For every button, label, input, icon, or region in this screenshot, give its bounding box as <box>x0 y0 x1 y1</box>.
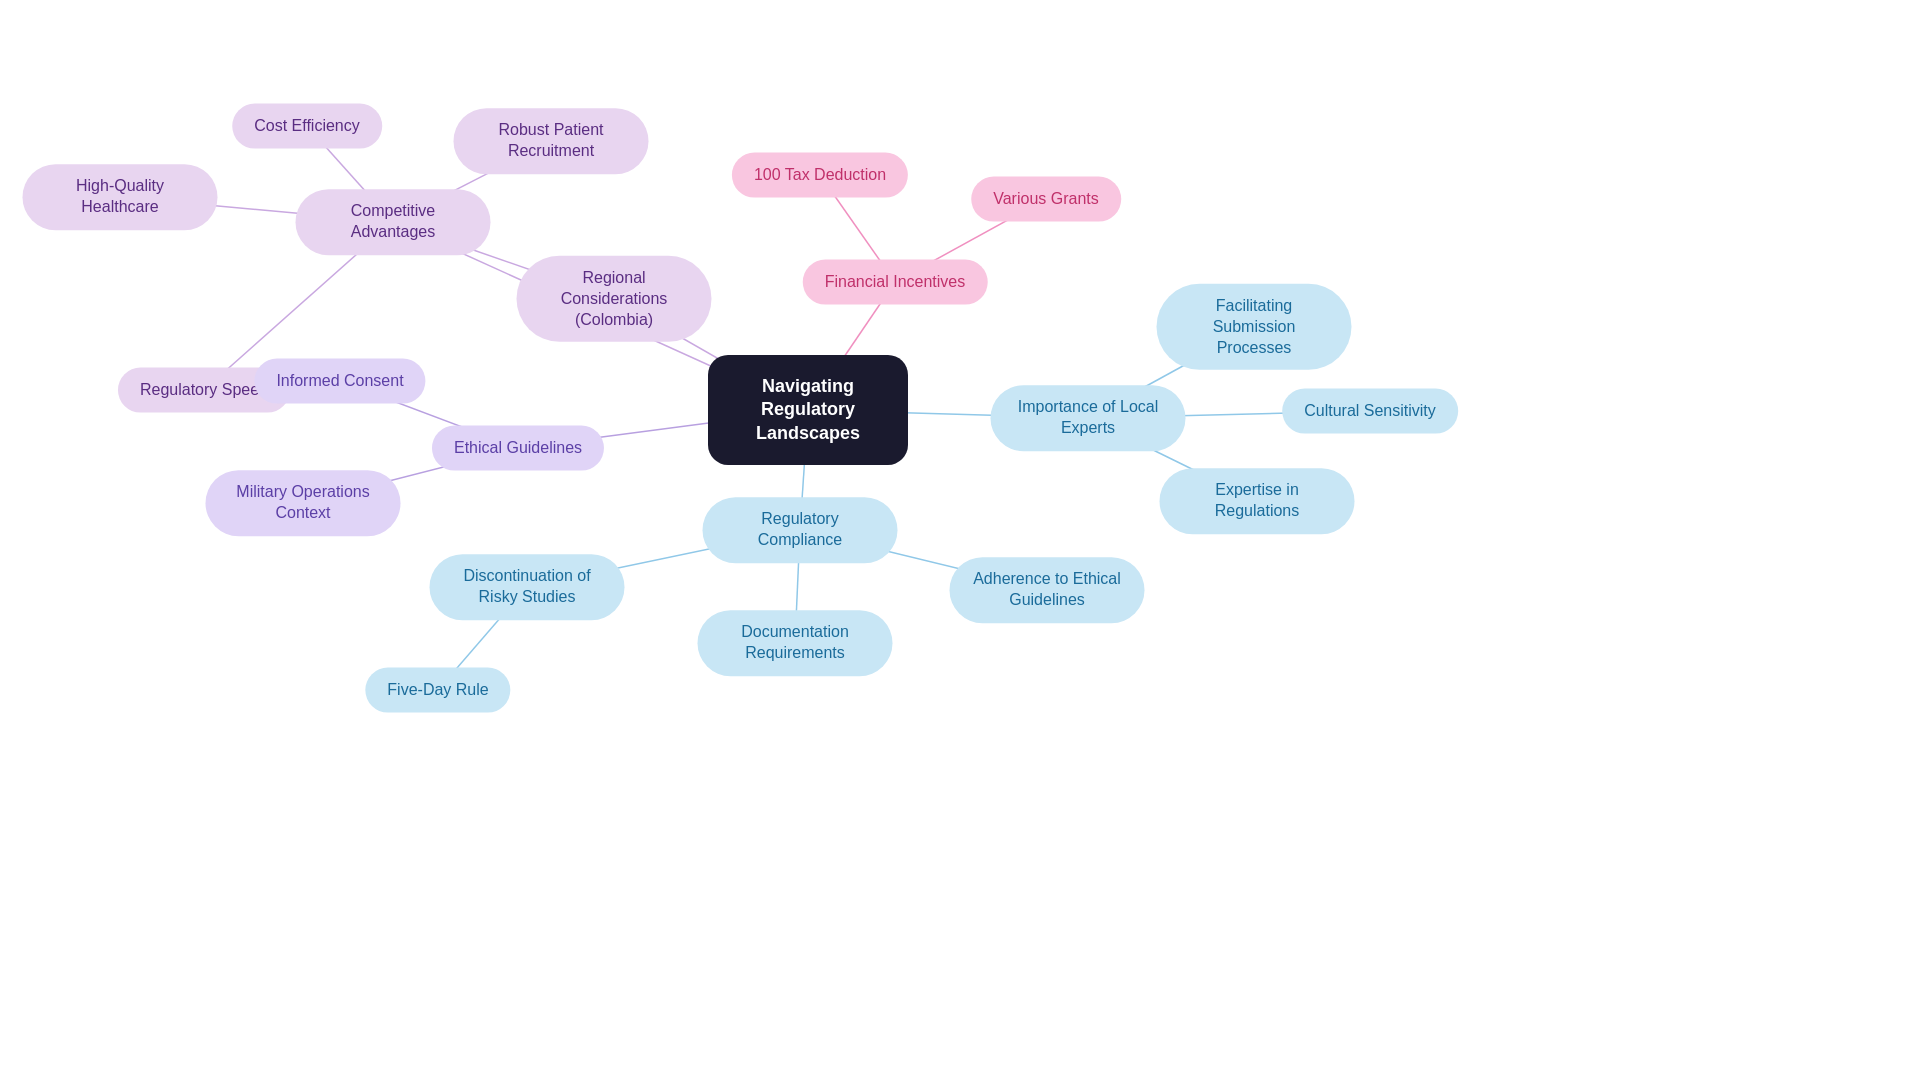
node-regulatory_compliance[interactable]: Regulatory Compliance <box>703 497 898 563</box>
node-ethical_guidelines[interactable]: Ethical Guidelines <box>432 426 604 471</box>
node-military_operations[interactable]: Military Operations Context <box>206 470 401 536</box>
node-financial_incentives[interactable]: Financial Incentives <box>803 260 988 305</box>
node-cultural_sensitivity[interactable]: Cultural Sensitivity <box>1282 389 1458 434</box>
node-regional_considerations[interactable]: Regional Considerations (Colombia) <box>517 256 712 342</box>
node-documentation[interactable]: Documentation Requirements <box>698 610 893 676</box>
node-expertise_regulations[interactable]: Expertise in Regulations <box>1160 468 1355 534</box>
node-center[interactable]: Navigating Regulatory Landscapes <box>708 355 908 465</box>
node-robust_patient[interactable]: Robust Patient Recruitment <box>454 108 649 174</box>
node-various_grants[interactable]: Various Grants <box>971 177 1121 222</box>
node-importance_local[interactable]: Importance of Local Experts <box>991 385 1186 451</box>
node-high_quality[interactable]: High-Quality Healthcare <box>23 164 218 230</box>
node-cost_efficiency[interactable]: Cost Efficiency <box>232 104 382 149</box>
connections-svg <box>0 0 1920 1083</box>
node-informed_consent[interactable]: Informed Consent <box>254 359 425 404</box>
node-competitive_advantages[interactable]: Competitive Advantages <box>296 189 491 255</box>
node-adherence_ethical[interactable]: Adherence to Ethical Guidelines <box>950 557 1145 623</box>
node-five_day_rule[interactable]: Five-Day Rule <box>365 668 510 713</box>
node-discontinuation[interactable]: Discontinuation of Risky Studies <box>430 554 625 620</box>
node-tax_deduction[interactable]: 100 Tax Deduction <box>732 153 908 198</box>
mind-map: Navigating Regulatory Landscapes Competit… <box>0 0 1920 1083</box>
node-facilitating_submission[interactable]: Facilitating Submission Processes <box>1157 284 1352 370</box>
